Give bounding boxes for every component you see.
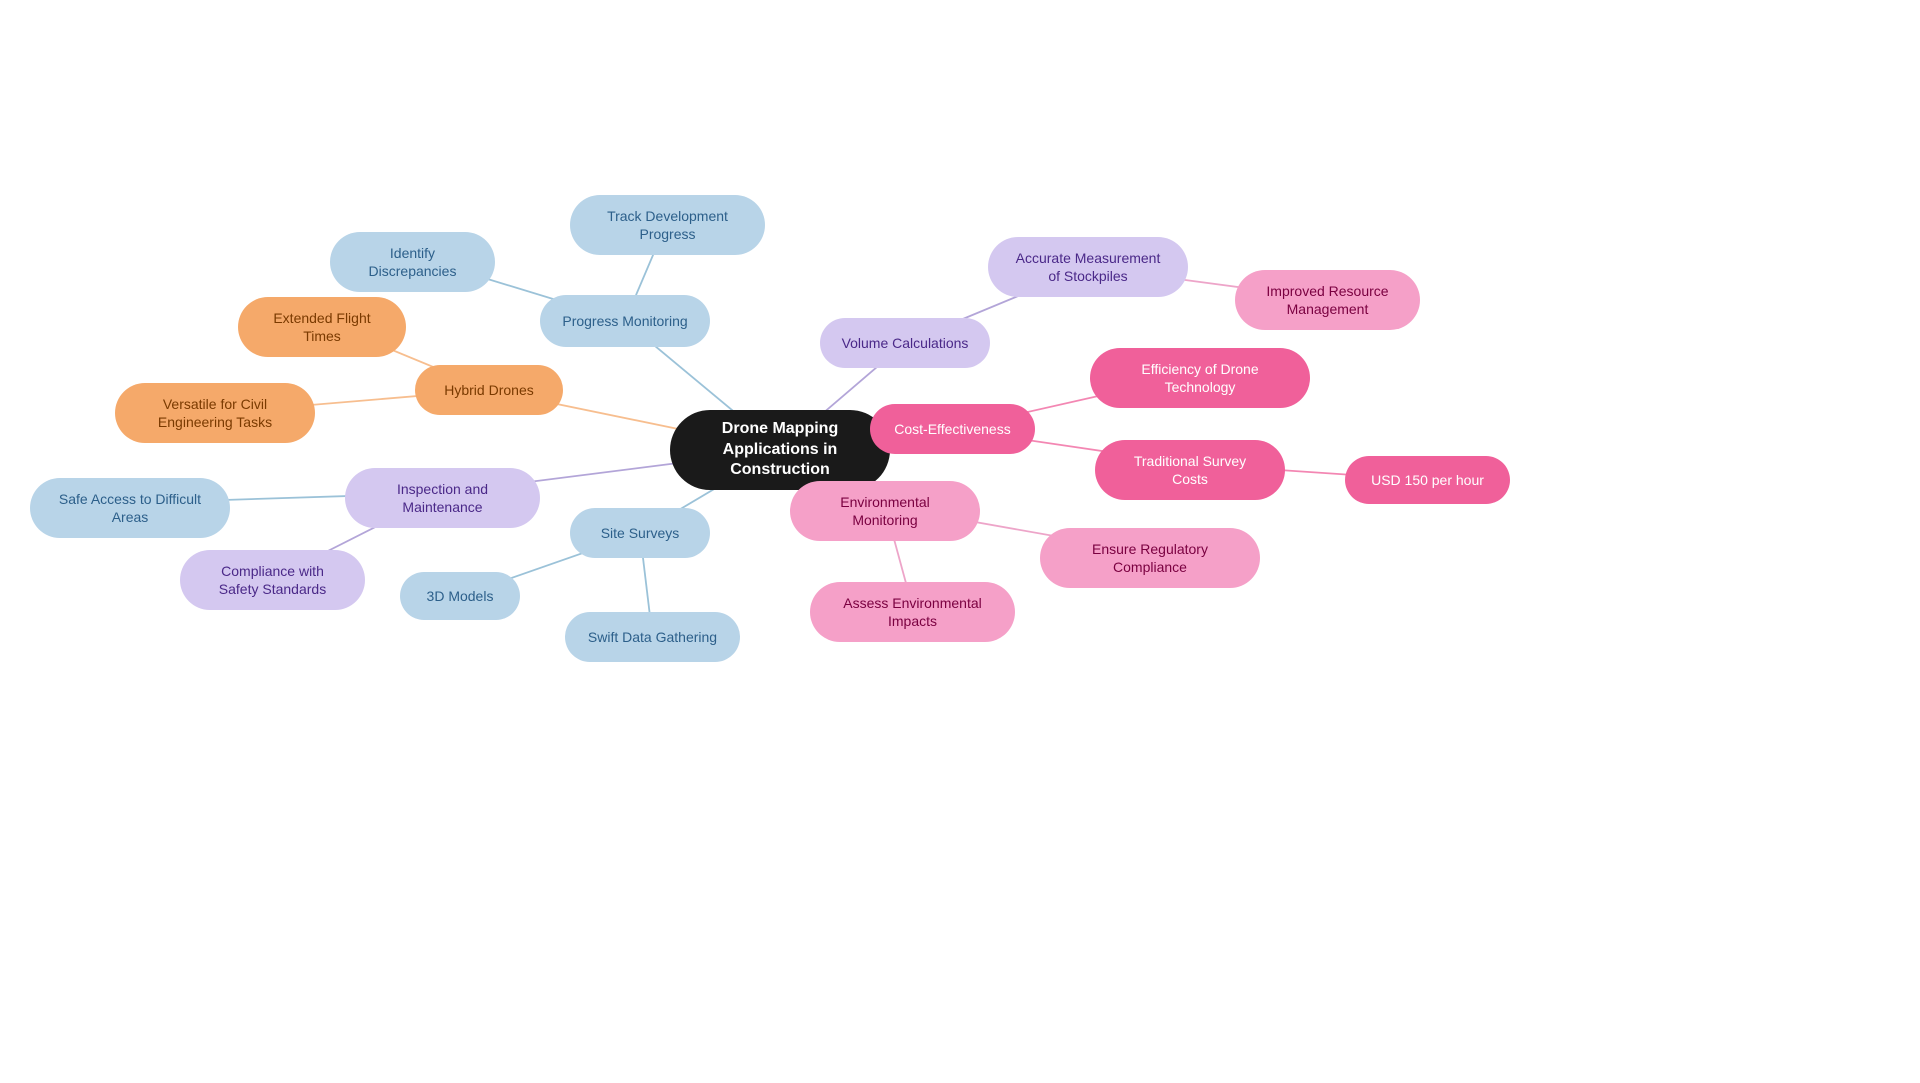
node-cost-effectiveness: Cost-Effectiveness [870,404,1035,454]
node-identify-discrepancies: Identify Discrepancies [330,232,495,292]
node-center: Drone Mapping Applications in Constructi… [670,410,890,490]
node-improved-resource: Improved Resource Management [1235,270,1420,330]
node-compliance-safety: Compliance with Safety Standards [180,550,365,610]
node-ensure-regulatory: Ensure Regulatory Compliance [1040,528,1260,588]
mindmap-container: Drone Mapping Applications in Constructi… [0,0,1920,1083]
node-assess-environmental: Assess Environmental Impacts [810,582,1015,642]
node-progress-monitoring: Progress Monitoring [540,295,710,347]
node-traditional-survey: Traditional Survey Costs [1095,440,1285,500]
node-3d-models: 3D Models [400,572,520,620]
node-inspection-maintenance: Inspection and Maintenance [345,468,540,528]
connections-svg [0,0,1920,1083]
node-safe-access: Safe Access to Difficult Areas [30,478,230,538]
node-environmental-monitoring: Environmental Monitoring [790,481,980,541]
node-extended-flight: Extended Flight Times [238,297,406,357]
node-site-surveys: Site Surveys [570,508,710,558]
node-swift-data: Swift Data Gathering [565,612,740,662]
node-usd-150: USD 150 per hour [1345,456,1510,504]
node-versatile-civil: Versatile for Civil Engineering Tasks [115,383,315,443]
node-accurate-measurement: Accurate Measurement of Stockpiles [988,237,1188,297]
node-track-development: Track Development Progress [570,195,765,255]
node-efficiency-drone: Efficiency of Drone Technology [1090,348,1310,408]
node-hybrid-drones: Hybrid Drones [415,365,563,415]
node-volume-calculations: Volume Calculations [820,318,990,368]
